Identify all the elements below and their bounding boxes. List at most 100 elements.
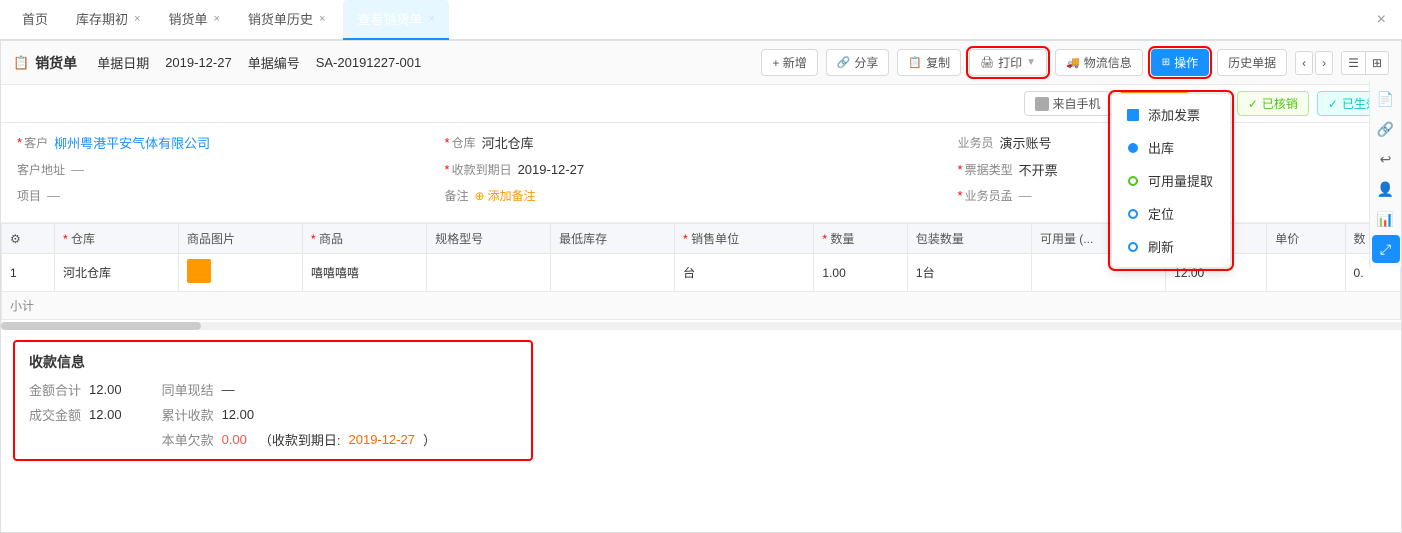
next-button[interactable]: › [1315, 51, 1333, 75]
salesperson-value: 演示账号 [1000, 133, 1052, 152]
tab-history-label: 销货单历史 [248, 9, 313, 28]
print-button[interactable]: 🖨 打印 ▼ [969, 49, 1047, 76]
horizontal-scrollbar[interactable] [1, 322, 1401, 330]
number-label: 单据编号 [248, 53, 300, 72]
add-note-button[interactable]: ⊕ 添加备注 [475, 187, 536, 204]
tab-view-close[interactable]: × [428, 13, 434, 25]
ticket-type-label: 票据类型 [965, 161, 1013, 178]
window-close[interactable]: × [1369, 11, 1394, 29]
add-invoice-item[interactable]: 添加发票 [1112, 98, 1230, 131]
locate-icon [1126, 207, 1140, 221]
side-icon-back[interactable]: ↩ [1372, 145, 1400, 173]
tab-home[interactable]: 首页 [8, 0, 62, 40]
tab-view-label: 查看销货单 [357, 9, 422, 28]
tab-sales-history[interactable]: 销货单历史 × [234, 0, 339, 40]
date-value: 2019-12-27 [165, 55, 232, 70]
from-phone-label: 来自手机 [1053, 95, 1101, 112]
payment-title: 收款信息 [29, 352, 517, 372]
cell-min-stock [551, 254, 675, 292]
address-field: 客户地址 — [17, 161, 445, 178]
side-icon-doc[interactable]: 📄 [1372, 85, 1400, 113]
col-product: * 商品 [303, 224, 427, 254]
operation-dropdown: 添加发票 出库 可用量提取 定位 [1111, 93, 1231, 268]
side-icon-user[interactable]: 👤 [1372, 175, 1400, 203]
logistics-button[interactable]: 🚚 物流信息 [1055, 49, 1143, 76]
col-warehouse: * 仓库 [54, 224, 178, 254]
tab-view-sales[interactable]: 查看销货单 × [343, 0, 448, 40]
cell-no: 1 [2, 254, 55, 292]
tab-sales-order[interactable]: 销货单 × [154, 0, 233, 40]
history-button[interactable]: 历史单据 [1217, 49, 1287, 76]
refresh-icon [1126, 240, 1140, 254]
tab-sales-close[interactable]: × [213, 13, 219, 25]
outbound-label: 出库 [1148, 138, 1174, 157]
due-row: 本单欠款 0.00 （收款到期日: 2019-12-27 ） [162, 430, 436, 449]
from-phone-button[interactable]: 来自手机 [1024, 91, 1112, 116]
same-order-value: — [222, 382, 235, 397]
payment-col-left: 金额合计 12.00 成交金额 12.00 [29, 380, 122, 449]
transaction-value: 12.00 [89, 407, 122, 422]
col-gear[interactable]: ⚙ [2, 224, 55, 254]
col-min-stock: 最低库存 [551, 224, 675, 254]
col-spec: 规格型号 [427, 224, 551, 254]
col-img: 商品图片 [179, 224, 303, 254]
toolbar: + 新增 🔗 分享 📋 复制 🖨 打印 ▼ 🚚 物流信息 [761, 49, 1389, 76]
main-area: 📋 销货单 单据日期 2019-12-27 单据编号 SA-20191227-0… [0, 40, 1402, 533]
payment-date-label: 收款到期日 [452, 161, 512, 178]
verified-label: 已核销 [1262, 95, 1298, 112]
verified-tag[interactable]: ✓ 已核销 [1237, 91, 1309, 116]
add-invoice-label: 添加发票 [1148, 105, 1200, 124]
nav-arrows: ‹ › [1295, 51, 1333, 75]
cell-product: 嘻嘻嘻嘻 [303, 254, 427, 292]
side-icon-chart[interactable]: 📊 [1372, 205, 1400, 233]
product-image [187, 259, 211, 283]
tab-history-close[interactable]: × [319, 13, 325, 25]
payment-rows: 金额合计 12.00 成交金额 12.00 同单现结 — 累计收款 [29, 380, 517, 449]
locate-label: 定位 [1148, 204, 1174, 223]
side-icon-link[interactable]: 🔗 [1372, 115, 1400, 143]
subtotal-label: 小计 [2, 292, 1401, 320]
new-button[interactable]: + 新增 [761, 49, 817, 76]
share-button[interactable]: 🔗 分享 [826, 49, 890, 76]
cumulative-row: 累计收款 12.00 [162, 405, 436, 424]
cell-warehouse: 河北仓库 [54, 254, 178, 292]
available-pick-item[interactable]: 可用量提取 [1112, 164, 1230, 197]
cell-qty: 1.00 [814, 254, 908, 292]
locate-item[interactable]: 定位 [1112, 197, 1230, 230]
doc-title: 销货单 [35, 53, 77, 73]
copy-button[interactable]: 📋 复制 [897, 49, 961, 76]
operation-button[interactable]: ⊞ 操作 [1151, 49, 1209, 76]
outbound-item[interactable]: 出库 [1112, 131, 1230, 164]
view-buttons: ☰ ⊞ [1341, 51, 1389, 75]
address-value: — [71, 162, 84, 177]
col-pkg-qty: 包装数量 [907, 224, 1031, 254]
tab-inventory-init[interactable]: 库存期初 × [62, 0, 154, 40]
refresh-item[interactable]: 刷新 [1112, 230, 1230, 263]
available-pick-label: 可用量提取 [1148, 171, 1213, 190]
due-date: 2019-12-27 [349, 432, 416, 447]
sp2-required: * [958, 188, 963, 203]
view-grid-button[interactable]: ⊞ [1365, 51, 1389, 75]
side-icon-expand[interactable]: ⤢ [1372, 235, 1400, 263]
prev-button[interactable]: ‹ [1295, 51, 1313, 75]
scrollbar-thumb[interactable] [1, 322, 201, 330]
tab-sales-label: 销货单 [168, 9, 207, 28]
sp2-label: 业务员孟 [965, 187, 1013, 204]
customer-required: * [17, 135, 22, 150]
amount-total-row: 金额合计 12.00 [29, 380, 122, 399]
view-list-button[interactable]: ☰ [1341, 51, 1366, 75]
date-label: 单据日期 [97, 53, 149, 72]
transaction-label: 成交金额 [29, 405, 81, 424]
cell-spec [427, 254, 551, 292]
ticket-required: * [958, 162, 963, 177]
tab-inventory-close[interactable]: × [134, 13, 140, 25]
customer-value[interactable]: 柳州粤港平安气体有限公司 [54, 133, 210, 152]
subtotal-row: 小计 [2, 292, 1401, 320]
payment-date-value: 2019-12-27 [518, 162, 585, 177]
refresh-label: 刷新 [1148, 237, 1174, 256]
due-close: ） [423, 430, 436, 449]
amount-total-label: 金额合计 [29, 380, 81, 399]
due-label: 本单欠款 [162, 430, 214, 449]
col-unit: * 销售单位 [675, 224, 814, 254]
tab-bar: 首页 库存期初 × 销货单 × 销货单历史 × 查看销货单 × × [0, 0, 1402, 40]
